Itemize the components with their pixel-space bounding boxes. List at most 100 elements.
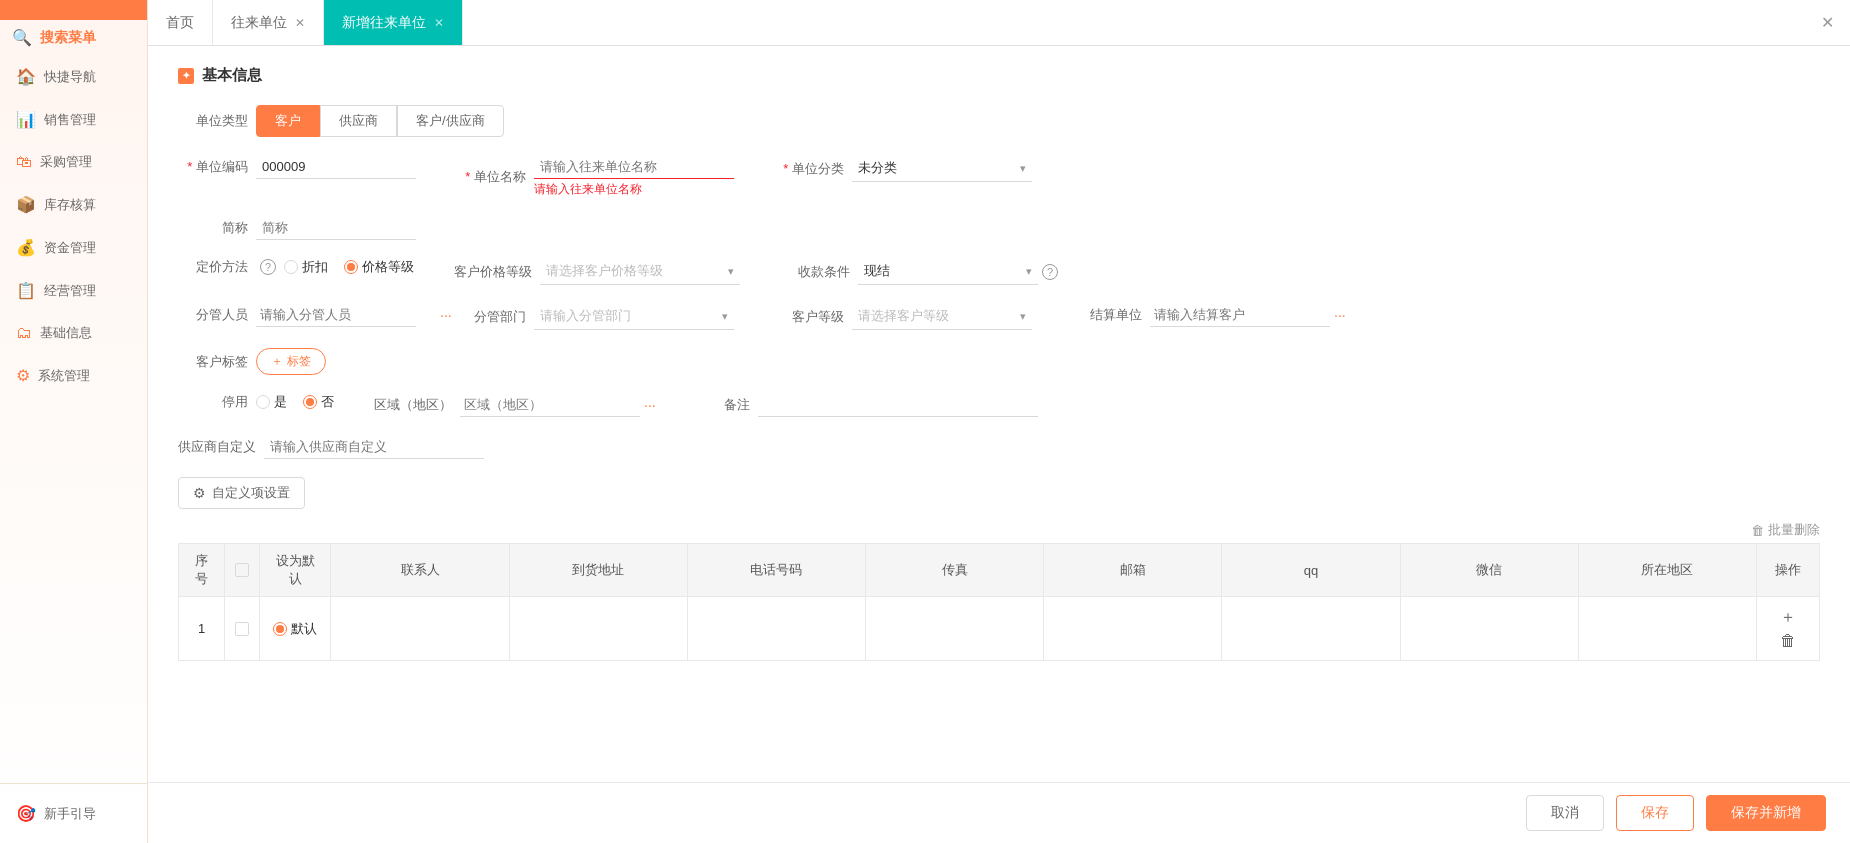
settle-input[interactable] xyxy=(1150,303,1326,326)
category-label: 单位分类 xyxy=(774,160,844,178)
cell-contact[interactable] xyxy=(331,597,509,661)
close-all-tabs[interactable]: ✕ xyxy=(1805,13,1850,32)
pricing-price-level-radio[interactable] xyxy=(344,260,358,274)
payment-help-icon[interactable]: ? xyxy=(1042,264,1058,280)
delete-row-button[interactable]: 🗑 xyxy=(1778,630,1798,652)
wechat-input[interactable] xyxy=(1411,621,1568,636)
disabled-yes[interactable]: 是 xyxy=(256,393,287,411)
pricing-row: 定价方法 ? 折扣 价格等级 客户价格等级 请选择客户价格等级 xyxy=(178,258,1820,285)
tab-partner-list[interactable]: 往来单位 ✕ xyxy=(213,0,324,45)
remark-input[interactable] xyxy=(758,393,1038,417)
batch-delete-button[interactable]: 🗑 批量删除 xyxy=(1751,521,1820,539)
abbr-input[interactable] xyxy=(256,216,416,240)
pricing-discount[interactable]: 折扣 xyxy=(284,258,328,276)
footer: 取消 保存 保存并新增 xyxy=(148,782,1850,843)
tab-new-partner-close[interactable]: ✕ xyxy=(434,16,444,30)
region-action-icon[interactable]: ··· xyxy=(640,397,660,413)
tab-partner-list-label: 往来单位 xyxy=(231,14,287,32)
customer-price-select[interactable]: 请选择客户价格等级 ▾ xyxy=(540,258,740,285)
dept-label: 分管部门 xyxy=(456,308,526,326)
sidebar-item-sales[interactable]: 📊 销售管理 xyxy=(0,98,147,141)
customer-price-group: 客户价格等级 请选择客户价格等级 ▾ xyxy=(454,258,740,285)
payment-label: 收款条件 xyxy=(780,263,850,281)
region-input[interactable] xyxy=(460,393,636,416)
name-label: 单位名称 xyxy=(456,168,526,186)
add-tag-button[interactable]: ＋ 标签 xyxy=(256,348,326,375)
customer-level-select[interactable]: 请选择客户等级 ▾ xyxy=(852,303,1032,330)
row-checkbox[interactable] xyxy=(235,622,249,636)
sidebar-item-label: 经营管理 xyxy=(44,282,96,300)
add-row-button[interactable]: ＋ xyxy=(1778,605,1798,630)
col-contact: 联系人 xyxy=(331,544,509,597)
cell-action: ＋ 🗑 xyxy=(1757,597,1820,661)
cell-email[interactable] xyxy=(1044,597,1222,661)
email-input[interactable] xyxy=(1054,621,1211,636)
fax-input[interactable] xyxy=(876,621,1033,636)
pricing-group: 定价方法 ? 折扣 价格等级 xyxy=(178,258,414,276)
col-fax: 传真 xyxy=(865,544,1043,597)
sidebar-item-guide[interactable]: 🎯 新手引导 xyxy=(0,792,147,835)
code-input[interactable] xyxy=(256,155,416,179)
cell-address[interactable] xyxy=(509,597,687,661)
unit-type-row: 单位类型 客户 供应商 客户/供应商 xyxy=(178,105,1820,137)
tab-home[interactable]: 首页 xyxy=(148,0,213,45)
unit-type-customer[interactable]: 客户 xyxy=(256,105,320,137)
box-icon: 📦 xyxy=(16,195,36,214)
tab-partner-list-close[interactable]: ✕ xyxy=(295,16,305,30)
cancel-button[interactable]: 取消 xyxy=(1526,795,1604,831)
unit-type-both[interactable]: 客户/供应商 xyxy=(397,105,504,137)
pricing-price-level[interactable]: 价格等级 xyxy=(344,258,414,276)
name-input[interactable] xyxy=(534,155,734,179)
cell-check xyxy=(225,597,260,661)
phone-input[interactable] xyxy=(698,621,855,636)
main-area: 首页 往来单位 ✕ 新增往来单位 ✕ ✕ ✦ 基本信息 单位类型 客户 供应商 xyxy=(148,0,1850,843)
row-default-radio[interactable]: 默认 xyxy=(273,620,317,638)
contact-input[interactable] xyxy=(341,621,498,636)
pricing-label: 定价方法 xyxy=(178,258,248,276)
address-input[interactable] xyxy=(520,621,677,636)
supplier-custom-input[interactable] xyxy=(264,435,484,459)
category-select[interactable]: 未分类 ▾ xyxy=(852,155,1032,182)
manager-action-icon[interactable]: ··· xyxy=(436,307,456,323)
save-new-button[interactable]: 保存并新增 xyxy=(1706,795,1826,831)
pricing-discount-radio[interactable] xyxy=(284,260,298,274)
disabled-yes-radio[interactable] xyxy=(256,395,270,409)
sidebar-item-finance[interactable]: 💰 资金管理 xyxy=(0,226,147,269)
sidebar-item-system[interactable]: ⚙ 系统管理 xyxy=(0,354,147,397)
qq-input[interactable] xyxy=(1232,621,1389,636)
sidebar-item-quick-nav[interactable]: 🏠 快捷导航 xyxy=(0,55,147,98)
unit-type-supplier[interactable]: 供应商 xyxy=(320,105,397,137)
code-name-category-row: 单位编码 单位名称 请输入往来单位名称 单位分类 未分类 ▾ xyxy=(178,155,1820,198)
tab-new-partner[interactable]: 新增往来单位 ✕ xyxy=(324,0,463,45)
cell-wechat[interactable] xyxy=(1400,597,1578,661)
section-title: ✦ 基本信息 xyxy=(178,66,1820,85)
sidebar-search[interactable]: 🔍 搜索菜单 xyxy=(0,20,147,55)
dept-select[interactable]: 请输入分管部门 ▾ xyxy=(534,303,734,330)
payment-select[interactable]: 现结 ▾ xyxy=(858,258,1038,285)
disabled-no[interactable]: 否 xyxy=(303,393,334,411)
cell-region[interactable] xyxy=(1578,597,1756,661)
cell-fax[interactable] xyxy=(865,597,1043,661)
cell-phone[interactable] xyxy=(687,597,865,661)
cell-qq[interactable] xyxy=(1222,597,1400,661)
manager-input[interactable] xyxy=(256,303,432,326)
row-default-radio-circle[interactable] xyxy=(273,622,287,636)
region-input-wrapper: ··· xyxy=(460,393,640,417)
disabled-no-radio[interactable] xyxy=(303,395,317,409)
supplier-custom-group: 供应商自定义 xyxy=(178,435,484,459)
pricing-help-icon[interactable]: ? xyxy=(260,259,276,275)
region-table-input[interactable] xyxy=(1589,621,1746,636)
custom-settings-button[interactable]: ⚙ 自定义项设置 xyxy=(178,477,305,509)
sidebar-item-inventory[interactable]: 📦 库存核算 xyxy=(0,183,147,226)
tag-btn-label: 标签 xyxy=(287,353,311,370)
settle-action-icon[interactable]: ··· xyxy=(1330,307,1350,323)
code-group: 单位编码 xyxy=(178,155,416,179)
unit-type-buttons: 客户 供应商 客户/供应商 xyxy=(256,105,504,137)
save-button[interactable]: 保存 xyxy=(1616,795,1694,831)
sidebar-item-operations[interactable]: 📋 经营管理 xyxy=(0,269,147,312)
select-all-checkbox[interactable] xyxy=(235,563,249,577)
col-action: 操作 xyxy=(1757,544,1820,597)
sidebar-item-purchase[interactable]: 🛍 采购管理 xyxy=(0,141,147,183)
row-default-label: 默认 xyxy=(291,620,317,638)
sidebar-item-basic[interactable]: 🗂 基础信息 xyxy=(0,312,147,354)
